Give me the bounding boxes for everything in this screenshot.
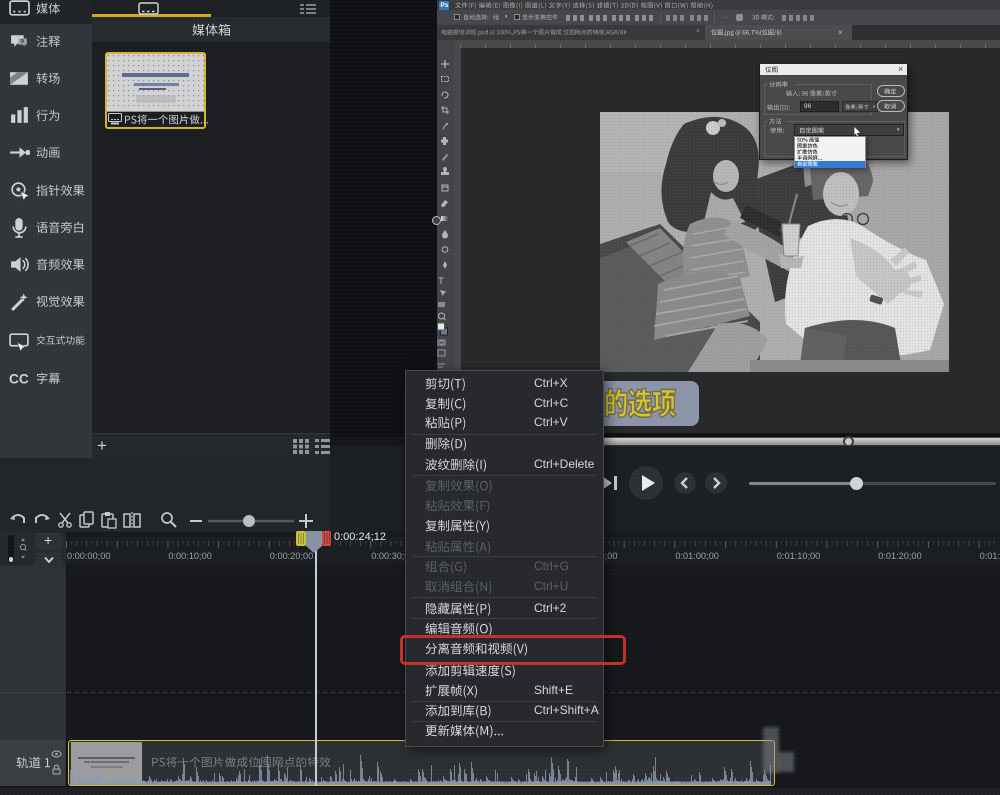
svg-text:CC: CC — [9, 372, 29, 387]
svg-text:a: a — [21, 38, 25, 45]
svg-text:T: T — [438, 276, 444, 286]
